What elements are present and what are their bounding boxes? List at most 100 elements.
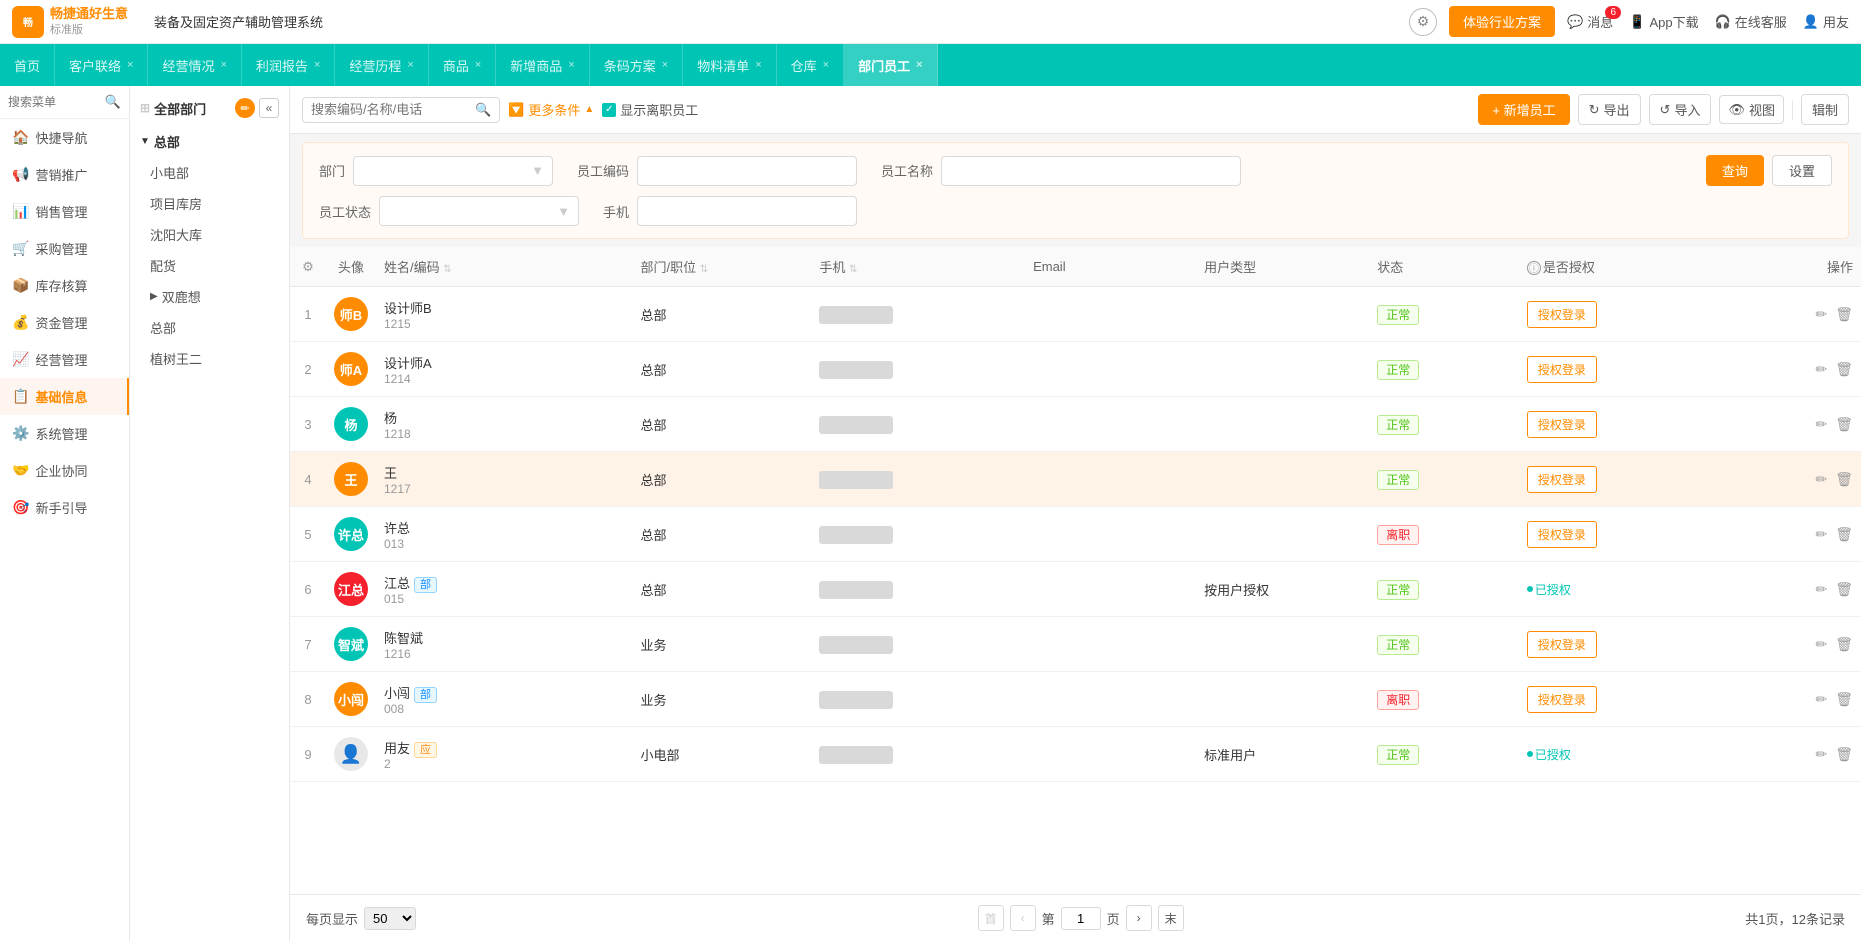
next-page-button[interactable]: › — [1126, 905, 1152, 931]
dept-item-shuanglu[interactable]: ▶ 双鹿想 — [130, 281, 289, 312]
tab-home[interactable]: 首页 — [8, 44, 55, 86]
sidebar-item-system[interactable]: ⚙️ 系统管理 — [0, 415, 129, 452]
auth-button[interactable]: 授权登录 — [1527, 466, 1597, 493]
delete-icon[interactable]: 🗑 — [1835, 416, 1853, 433]
close-goods-tab[interactable]: × — [475, 59, 481, 71]
dept-item-shenyang[interactable]: 沈阳大库 — [130, 219, 289, 250]
last-page-button[interactable]: 末 — [1158, 905, 1184, 931]
auth-button[interactable]: 授权登录 — [1527, 301, 1597, 328]
query-button[interactable]: 查询 — [1706, 155, 1764, 186]
sidebar-item-basic[interactable]: 📋 基础信息 — [0, 378, 129, 415]
auth-button[interactable]: 授权登录 — [1527, 631, 1597, 658]
set-button[interactable]: 设置 — [1772, 155, 1832, 186]
edit-icon[interactable]: ✏ — [1815, 361, 1827, 378]
close-warehouse-tab[interactable]: × — [823, 59, 829, 71]
all-dept-button[interactable]: ⊞ 全部部门 — [140, 99, 206, 118]
import-button[interactable]: ↺ 导入 — [1649, 94, 1712, 125]
page-size-select[interactable]: 50 100 200 — [364, 907, 416, 930]
app-download-button[interactable]: 📱 App下载 — [1629, 12, 1698, 31]
search-icon[interactable]: 🔍 — [475, 102, 491, 118]
tab-customer[interactable]: 客户联络× — [55, 44, 148, 86]
settings-button[interactable]: ⚙ — [1409, 8, 1437, 36]
tab-goods[interactable]: 商品× — [429, 44, 496, 86]
sidebar-item-finance[interactable]: 💰 资金管理 — [0, 304, 129, 341]
show-resigned-toggle[interactable]: ✓ 显示离职员工 — [602, 100, 698, 119]
export-button[interactable]: ↻ 导出 — [1578, 94, 1641, 125]
dept-item-zongbu[interactable]: 总部 — [130, 312, 289, 343]
tab-add-goods[interactable]: 新增商品× — [496, 44, 589, 86]
settings-col-icon[interactable]: ⚙ — [302, 259, 314, 274]
dept-item-peihu[interactable]: 配货 — [130, 250, 289, 281]
edit-icon[interactable]: ✏ — [1815, 526, 1827, 543]
edit-icon[interactable]: ✏ — [1815, 471, 1827, 488]
sidebar-item-collab[interactable]: 🤝 企业协同 — [0, 452, 129, 489]
user-button[interactable]: 👤 用友 — [1803, 12, 1849, 31]
tab-employee[interactable]: 部门员工× — [844, 44, 937, 86]
tab-warehouse[interactable]: 仓库× — [777, 44, 844, 86]
tab-barcode[interactable]: 条码方案× — [590, 44, 683, 86]
delete-icon[interactable]: 🗑 — [1835, 581, 1853, 598]
delete-icon[interactable]: 🗑 — [1835, 691, 1853, 708]
close-employee-tab[interactable]: × — [916, 59, 922, 71]
tab-bom[interactable]: 物料清单× — [683, 44, 776, 86]
auth-button[interactable]: 授权登录 — [1527, 356, 1597, 383]
sidebar-item-inventory[interactable]: 📦 库存核算 — [0, 267, 129, 304]
close-operation-tab[interactable]: × — [220, 59, 226, 71]
dept-item-zhishu[interactable]: 植树王二 — [130, 343, 289, 374]
dept-edit-icon[interactable]: ✏ — [235, 98, 255, 118]
tab-operation[interactable]: 经营情况× — [148, 44, 241, 86]
close-bom-tab[interactable]: × — [755, 59, 761, 71]
dept-item-project[interactable]: 项目库房 — [130, 188, 289, 219]
online-service-button[interactable]: 🎧 在线客服 — [1715, 12, 1787, 31]
delete-icon[interactable]: 🗑 — [1835, 636, 1853, 653]
delete-icon[interactable]: 🗑 — [1835, 526, 1853, 543]
close-add-goods-tab[interactable]: × — [568, 59, 574, 71]
col-header-name[interactable]: 姓名/编码 ⇅ — [376, 247, 633, 287]
delete-icon[interactable]: 🗑 — [1835, 306, 1853, 323]
filter-phone-input[interactable] — [637, 196, 857, 226]
edit-icon[interactable]: ✏ — [1815, 691, 1827, 708]
sidebar-item-purchase[interactable]: 🛒 采购管理 — [0, 230, 129, 267]
edit-view-button[interactable]: 辑制 — [1801, 94, 1849, 125]
auth-button[interactable]: 授权登录 — [1527, 411, 1597, 438]
tab-history[interactable]: 经营历程× — [335, 44, 428, 86]
add-employee-button[interactable]: + 新增员工 — [1478, 94, 1569, 125]
delete-icon[interactable]: 🗑 — [1835, 471, 1853, 488]
delete-icon[interactable]: 🗑 — [1835, 361, 1853, 378]
dept-item-root[interactable]: ▼ 总部 — [130, 126, 289, 157]
close-history-tab[interactable]: × — [407, 59, 413, 71]
search-input[interactable] — [311, 102, 471, 117]
filter-empcode-input[interactable] — [637, 156, 857, 186]
message-button[interactable]: 💬 消息 6 — [1567, 12, 1613, 31]
close-barcode-tab[interactable]: × — [662, 59, 668, 71]
close-customer-tab[interactable]: × — [127, 59, 133, 71]
first-page-button[interactable]: 首 — [978, 905, 1004, 931]
auth-button[interactable]: 授权登录 — [1527, 521, 1597, 548]
delete-icon[interactable]: 🗑 — [1835, 746, 1853, 763]
edit-icon[interactable]: ✏ — [1815, 306, 1827, 323]
more-filter-button[interactable]: 🔽 更多条件 ▲ — [508, 100, 594, 119]
edit-icon[interactable]: ✏ — [1815, 636, 1827, 653]
view-toggle-button[interactable]: 👁 视图 — [1719, 95, 1784, 124]
sidebar-item-ops[interactable]: 📈 经营管理 — [0, 341, 129, 378]
prev-page-button[interactable]: ‹ — [1010, 905, 1036, 931]
auth-button[interactable]: 授权登录 — [1527, 686, 1597, 713]
experience-button[interactable]: 体验行业方案 — [1449, 6, 1555, 37]
tab-profit[interactable]: 利润报告× — [242, 44, 335, 86]
sidebar-item-sales[interactable]: 📊 销售管理 — [0, 193, 129, 230]
edit-icon[interactable]: ✏ — [1815, 746, 1827, 763]
close-profit-tab[interactable]: × — [314, 59, 320, 71]
page-number-input[interactable] — [1061, 907, 1101, 930]
filter-empname-input[interactable] — [941, 156, 1241, 186]
sidebar-search-input[interactable] — [8, 95, 101, 109]
dept-collapse-icon[interactable]: « — [259, 98, 279, 118]
col-header-phone[interactable]: 手机 ⇅ — [811, 247, 1025, 287]
dept-item-xiaodian[interactable]: 小电部 — [130, 157, 289, 188]
sidebar-item-guide[interactable]: 🎯 新手引导 — [0, 489, 129, 526]
filter-status-select[interactable]: ▼ — [379, 196, 579, 226]
edit-icon[interactable]: ✏ — [1815, 581, 1827, 598]
filter-dept-select[interactable]: ▼ — [353, 156, 553, 186]
sidebar-item-marketing[interactable]: 📢 营销推广 — [0, 156, 129, 193]
sidebar-item-navigation[interactable]: 🏠 快捷导航 — [0, 119, 129, 156]
edit-icon[interactable]: ✏ — [1815, 416, 1827, 433]
